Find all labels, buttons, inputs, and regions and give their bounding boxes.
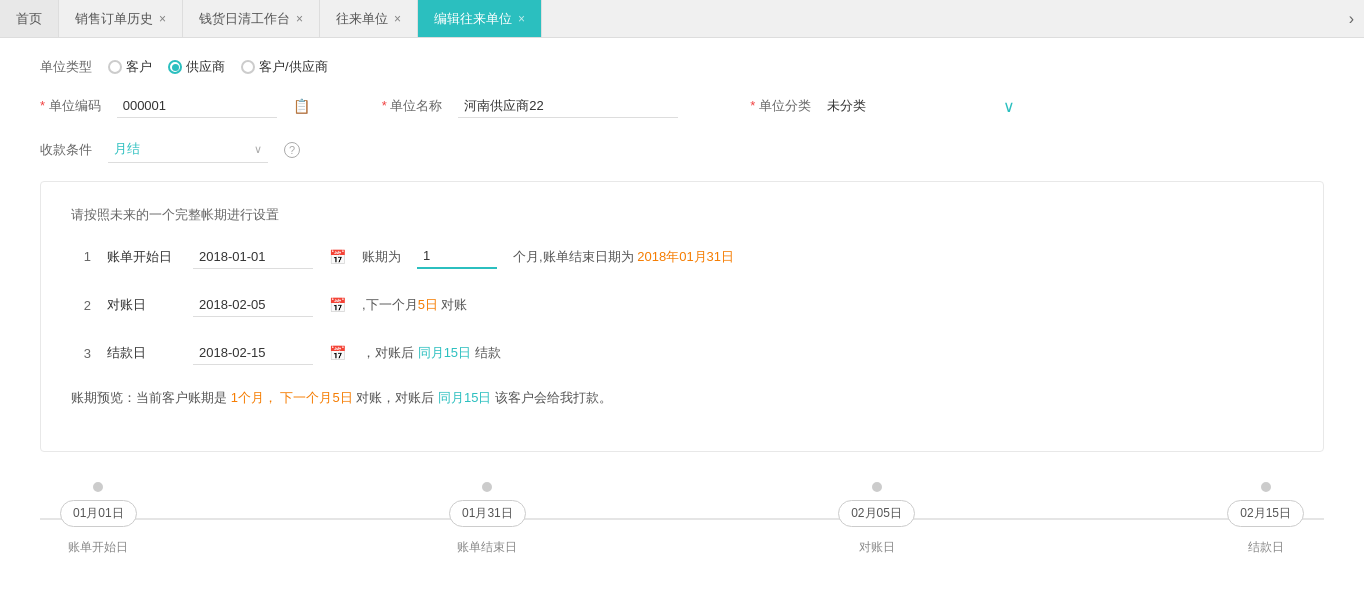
timeline-label-0: 账单开始日 <box>68 539 128 556</box>
settings-row-1: 1 账单开始日 📅 账期为 个月,账单结束日期为 2018年01月31日 <box>71 244 1293 269</box>
timeline-node-1: 01月31日 账单结束日 <box>449 482 526 556</box>
row-3-num: 3 <box>71 346 91 361</box>
unit-type-row: 单位类型 客户 供应商 客户/供应商 <box>40 58 1324 76</box>
timeline-dot-0 <box>93 482 103 492</box>
unit-classify-chevron-icon[interactable]: ∨ <box>1003 97 1015 116</box>
timeline-chip-3: 02月15日 <box>1227 500 1304 527</box>
timeline-label-3: 结款日 <box>1248 539 1284 556</box>
row-3-label: 结款日 <box>107 344 177 362</box>
tab-home[interactable]: 首页 <box>0 0 59 37</box>
tab-scroll-arrow[interactable]: › <box>1339 0 1364 37</box>
payment-condition-row: 收款条件 月结 ∨ ? <box>40 136 1324 163</box>
row-1-calendar-icon[interactable]: 📅 <box>329 249 346 265</box>
unit-fields-row: 单位编码 📋 单位名称 单位分类 未分类 ∨ <box>40 94 1324 118</box>
unit-type-label: 单位类型 <box>40 58 92 76</box>
radio-circle-supplier <box>168 60 182 74</box>
row-2-desc: ,下一个月5日 对账 <box>362 296 467 314</box>
payment-help-icon[interactable]: ? <box>284 142 300 158</box>
tab-edit-counterpart[interactable]: 编辑往来单位 × <box>418 0 542 37</box>
radio-circle-customer-supplier <box>241 60 255 74</box>
tab-close-edit-counterpart[interactable]: × <box>518 12 525 26</box>
tab-close-cash-work[interactable]: × <box>296 12 303 26</box>
timeline-label-2: 对账日 <box>859 539 895 556</box>
row-1-highlight-date: 2018年01月31日 <box>637 249 734 264</box>
tab-close-counterpart[interactable]: × <box>394 12 401 26</box>
unit-name-input[interactable] <box>458 94 678 118</box>
radio-supplier[interactable]: 供应商 <box>168 58 225 76</box>
row-2-date-input[interactable] <box>193 293 313 317</box>
row-2-calendar-icon[interactable]: 📅 <box>329 297 346 313</box>
row-2-highlight: 5日 <box>418 297 438 312</box>
timeline-label-1: 账单结束日 <box>457 539 517 556</box>
preview-section: 账期预览：当前客户账期是 1个月， 下一个月5日 对账，对账后 同月15日 该客… <box>71 389 1293 407</box>
timeline: 01月01日 账单开始日 01月31日 账单结束日 02月05日 对账日 02月… <box>40 482 1324 556</box>
row-1-desc-suffix: 个月,账单结束日期为 2018年01月31日 <box>513 248 734 266</box>
radio-customer-supplier[interactable]: 客户/供应商 <box>241 58 328 76</box>
preview-part3: 同月15日 <box>438 390 491 405</box>
unit-type-radio-group: 客户 供应商 客户/供应商 <box>108 58 328 76</box>
timeline-node-2: 02月05日 对账日 <box>838 482 915 556</box>
preview-text: 账期预览：当前客户账期是 1个月， 下一个月5日 对账，对账后 同月15日 该客… <box>71 389 1293 407</box>
timeline-nodes: 01月01日 账单开始日 01月31日 账单结束日 02月05日 对账日 02月… <box>60 482 1304 556</box>
tab-counterpart[interactable]: 往来单位 × <box>320 0 418 37</box>
main-content: 单位类型 客户 供应商 客户/供应商 单位编码 📋 单位名称 单位分类 <box>0 38 1364 608</box>
timeline-chip-0: 01月01日 <box>60 500 137 527</box>
radio-circle-customer <box>108 60 122 74</box>
row-3-calendar-icon[interactable]: 📅 <box>329 345 346 361</box>
tab-close-sales-history[interactable]: × <box>159 12 166 26</box>
row-1-date-input[interactable] <box>193 245 313 269</box>
payment-condition-select[interactable]: 月结 ∨ <box>108 136 268 163</box>
unit-code-calendar-icon[interactable]: 📋 <box>293 98 310 114</box>
settings-row-2: 2 对账日 📅 ,下一个月5日 对账 <box>71 293 1293 317</box>
row-1-num: 1 <box>71 249 91 264</box>
timeline-chip-1: 01月31日 <box>449 500 526 527</box>
timeline-dot-2 <box>872 482 882 492</box>
preview-part1: 1个月， <box>231 390 277 405</box>
row-3-date-input[interactable] <box>193 341 313 365</box>
preview-part2: 下一个月5日 <box>280 390 352 405</box>
unit-classify-value: 未分类 <box>827 97 987 115</box>
settings-table: 1 账单开始日 📅 账期为 个月,账单结束日期为 2018年01月31日 2 对… <box>71 244 1293 365</box>
settings-row-3: 3 结款日 📅 ，对账后 同月15日 结款 <box>71 341 1293 365</box>
timeline-node-0: 01月01日 账单开始日 <box>60 482 137 556</box>
row-3-highlight: 同月15日 <box>418 345 471 360</box>
unit-code-label: 单位编码 <box>40 97 101 115</box>
unit-code-input[interactable] <box>117 94 277 118</box>
payment-condition-value: 月结 <box>114 140 254 158</box>
tab-cash-work[interactable]: 钱货日清工作台 × <box>183 0 320 37</box>
card-title: 请按照未来的一个完整帐期进行设置 <box>71 206 1293 224</box>
tab-bar: 首页 销售订单历史 × 钱货日清工作台 × 往来单位 × 编辑往来单位 × › <box>0 0 1364 38</box>
row-1-label: 账单开始日 <box>107 248 177 266</box>
period-input[interactable] <box>417 244 497 269</box>
timeline-node-3: 02月15日 结款日 <box>1227 482 1304 556</box>
row-2-num: 2 <box>71 298 91 313</box>
tab-sales-history[interactable]: 销售订单历史 × <box>59 0 183 37</box>
payment-condition-chevron-icon: ∨ <box>254 143 262 156</box>
timeline-dot-3 <box>1261 482 1271 492</box>
unit-name-label: 单位名称 <box>382 97 443 115</box>
timeline-chip-2: 02月05日 <box>838 500 915 527</box>
payment-condition-label: 收款条件 <box>40 141 92 159</box>
row-2-label: 对账日 <box>107 296 177 314</box>
settings-card: 请按照未来的一个完整帐期进行设置 1 账单开始日 📅 账期为 个月,账单结束日期… <box>40 181 1324 452</box>
unit-classify-label: 单位分类 <box>750 97 811 115</box>
row-1-desc-prefix: 账期为 <box>362 248 401 266</box>
radio-customer[interactable]: 客户 <box>108 58 152 76</box>
unit-classify-select[interactable]: 未分类 <box>827 97 987 115</box>
timeline-dot-1 <box>482 482 492 492</box>
row-3-desc: ，对账后 同月15日 结款 <box>362 344 501 362</box>
